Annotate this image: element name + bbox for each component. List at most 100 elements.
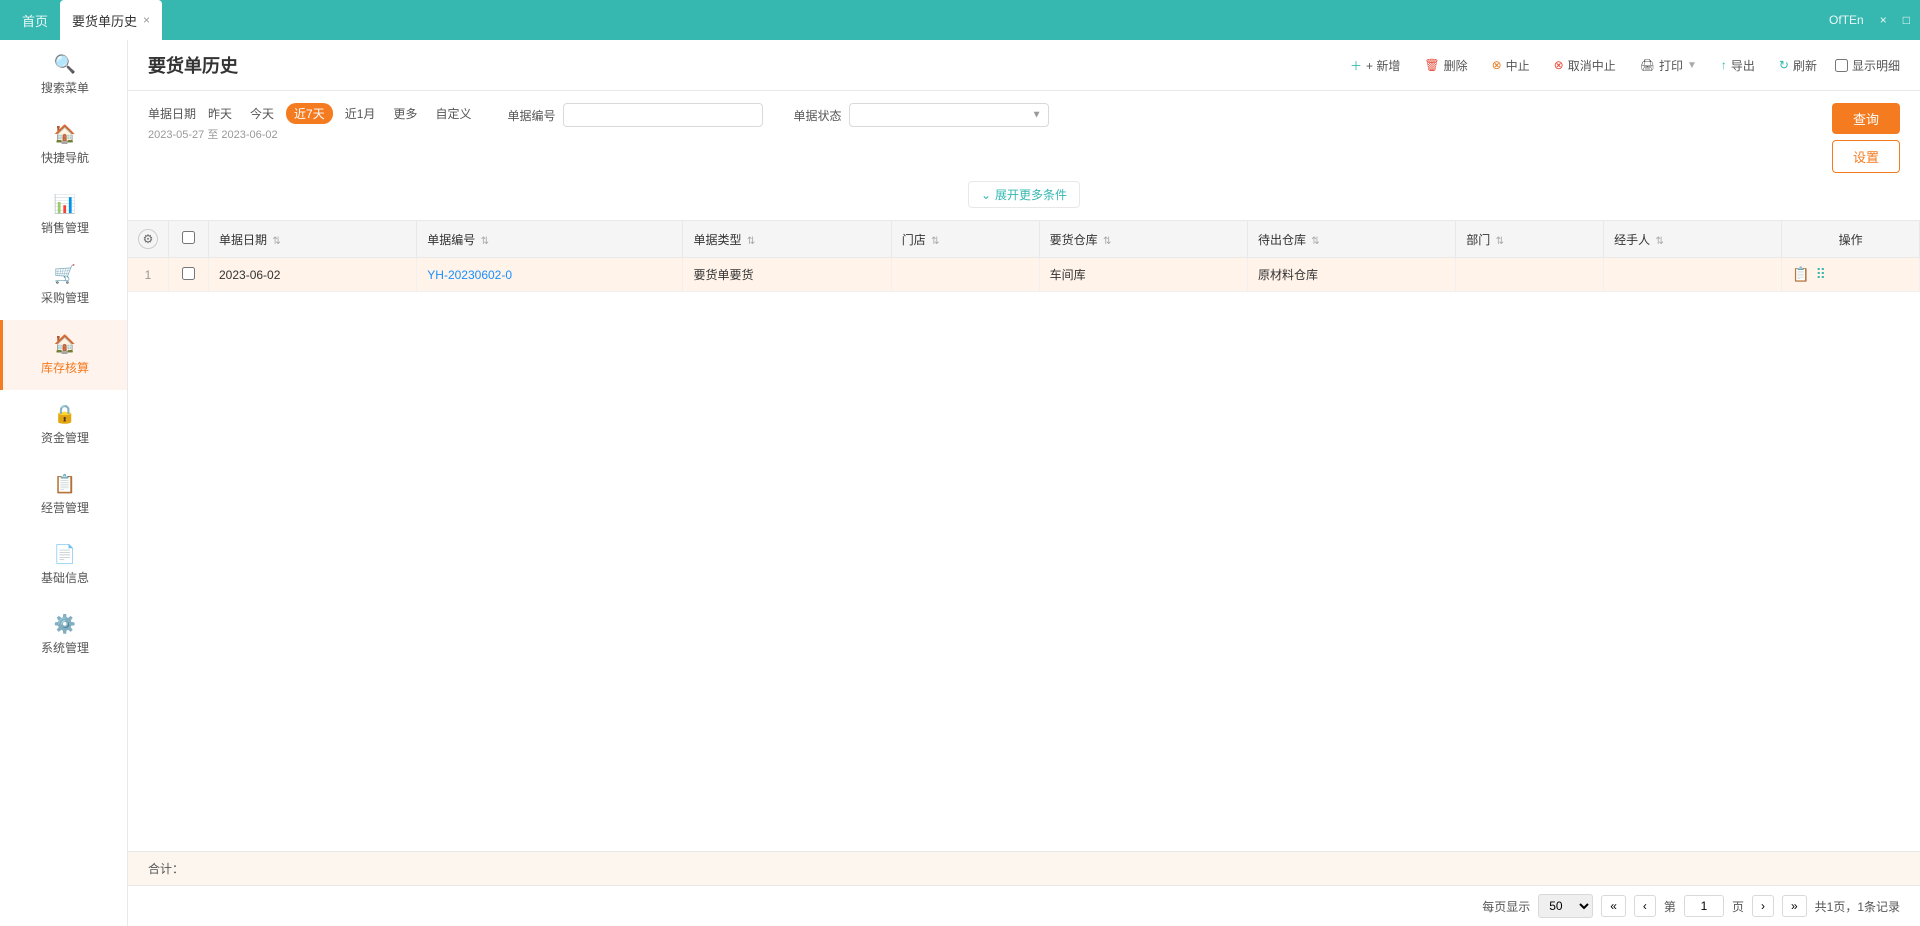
col-doc-date[interactable]: 单据日期 ⇅ xyxy=(209,221,417,258)
stop-button[interactable]: ⊗ 中止 xyxy=(1486,53,1536,78)
display-detail-check[interactable] xyxy=(1835,59,1848,72)
quick-nav-icon: 🏠 xyxy=(54,124,76,145)
next-page-button[interactable]: › xyxy=(1752,895,1774,917)
sales-mgmt-icon: 📊 xyxy=(54,194,76,215)
data-table: ⚙ 单据日期 ⇅ 单据编号 ⇅ xyxy=(128,221,1920,292)
sidebar-item-sales-mgmt[interactable]: 📊 销售管理 xyxy=(0,180,127,250)
action-buttons: 查询 设置 xyxy=(1832,103,1900,173)
first-page-button[interactable]: « xyxy=(1601,895,1626,917)
sidebar-item-finance-mgmt[interactable]: 🔒 资金管理 xyxy=(0,390,127,460)
select-all-checkbox[interactable] xyxy=(182,231,195,244)
display-detail-label: 显示明细 xyxy=(1852,57,1900,74)
status-filter-label: 单据状态 xyxy=(793,107,841,124)
date-option-today[interactable]: 今天 xyxy=(244,103,280,124)
row-doc-number[interactable]: YH-20230602-0 xyxy=(417,258,683,292)
col-pending-warehouse[interactable]: 待出仓库 ⇅ xyxy=(1247,221,1455,258)
sidebar-item-finance-label: 资金管理 xyxy=(41,429,89,446)
display-detail-checkbox[interactable]: 显示明细 xyxy=(1835,57,1900,74)
expand-more-wrapper: ⌄ 展开更多条件 xyxy=(148,181,1900,208)
tab-close-icon[interactable]: × xyxy=(143,13,150,27)
system-mgmt-icon: ⚙️ xyxy=(54,614,76,635)
export-label: 导出 xyxy=(1731,57,1755,74)
stop-label: 中止 xyxy=(1506,57,1530,74)
refresh-icon: ↻ xyxy=(1779,58,1789,72)
col-store[interactable]: 门店 ⇅ xyxy=(891,221,1039,258)
date-filter-row: 单据日期 昨天 今天 近7天 近1月 更多 自定义 xyxy=(148,103,477,124)
date-range-display: 2023-05-27 至 2023-06-02 xyxy=(148,126,477,142)
sidebar-item-operations-mgmt[interactable]: 📋 经营管理 xyxy=(0,460,127,530)
sidebar-item-purchase-label: 采购管理 xyxy=(41,289,89,306)
doc-number-label: 单据编号 xyxy=(507,107,555,124)
col-settings[interactable]: ⚙ xyxy=(128,221,169,258)
row-index: 1 xyxy=(128,258,169,292)
date-option-custom[interactable]: 自定义 xyxy=(429,103,477,124)
table-area: ⚙ 单据日期 ⇅ 单据编号 ⇅ xyxy=(128,221,1920,851)
row-detail-icon[interactable]: ⠿ xyxy=(1816,266,1826,283)
col-req-warehouse[interactable]: 要货仓库 ⇅ xyxy=(1039,221,1247,258)
print-button[interactable]: 🖨 打印 ▼ xyxy=(1634,53,1703,78)
row-edit-icon[interactable]: 📋 xyxy=(1792,266,1809,283)
date-option-1month[interactable]: 近1月 xyxy=(339,103,382,124)
add-label: + 新增 xyxy=(1366,57,1400,74)
col-handler[interactable]: 经手人 ⇅ xyxy=(1604,221,1782,258)
page-number-input[interactable] xyxy=(1684,895,1724,917)
settings-gear-icon[interactable]: ⚙ xyxy=(138,229,158,249)
pagination: 每页显示 50 10 20 100 « ‹ 第 页 › » 共1页，1条记录 xyxy=(128,885,1920,926)
sidebar-item-search-label: 搜索菜单 xyxy=(41,79,89,96)
tab-home-label: 首页 xyxy=(22,11,48,30)
maximize-icon[interactable]: □ xyxy=(1903,13,1910,27)
search-menu-icon: 🔍 xyxy=(54,54,76,75)
tab-home[interactable]: 首页 xyxy=(10,0,60,40)
sidebar-item-purchase-mgmt[interactable]: 🛒 采购管理 xyxy=(0,250,127,320)
operations-mgmt-icon: 📋 xyxy=(54,474,76,495)
row-checkbox[interactable] xyxy=(169,258,209,292)
expand-more-button[interactable]: ⌄ 展开更多条件 xyxy=(968,181,1080,208)
inventory-icon: 🏠 xyxy=(54,334,76,355)
tab-requisition-history[interactable]: 要货单历史 × xyxy=(60,0,162,40)
sidebar-item-system-mgmt[interactable]: ⚙️ 系统管理 xyxy=(0,600,127,670)
basic-info-icon: 📄 xyxy=(54,544,76,565)
page-size-select[interactable]: 50 10 20 100 xyxy=(1538,894,1593,918)
export-icon: ↑ xyxy=(1721,58,1727,72)
delete-button[interactable]: 🗑 删除 xyxy=(1418,53,1473,78)
doc-number-link[interactable]: YH-20230602-0 xyxy=(427,268,512,282)
query-button[interactable]: 查询 xyxy=(1832,103,1900,134)
footer-total: 合计： xyxy=(128,851,1920,885)
status-filter-block: 单据状态 ▼ xyxy=(793,103,1049,127)
per-page-label: 每页显示 xyxy=(1482,898,1530,915)
doc-number-input[interactable] xyxy=(563,103,763,127)
col-operations: 操作 xyxy=(1782,221,1920,258)
export-button[interactable]: ↑ 导出 xyxy=(1715,53,1761,78)
col-checkbox[interactable] xyxy=(169,221,209,258)
add-button[interactable]: ＋ + 新增 xyxy=(1344,53,1406,78)
doc-number-sort-icon: ⇅ xyxy=(481,236,489,247)
close-window-icon[interactable]: × xyxy=(1880,13,1887,27)
status-select[interactable] xyxy=(849,103,1049,127)
table-row[interactable]: 1 2023-06-02 YH-20230602-0 要货单要货 车间库 原材料… xyxy=(128,258,1920,292)
col-department[interactable]: 部门 ⇅ xyxy=(1456,221,1604,258)
date-option-7days[interactable]: 近7天 xyxy=(286,103,333,124)
sidebar-item-quick-nav[interactable]: 🏠 快捷导航 xyxy=(0,110,127,180)
sidebar-item-search-menu[interactable]: 🔍 搜索菜单 xyxy=(0,40,127,110)
settings-button[interactable]: 设置 xyxy=(1832,140,1900,173)
col-doc-number[interactable]: 单据编号 ⇅ xyxy=(417,221,683,258)
prev-page-button[interactable]: ‹ xyxy=(1634,895,1656,917)
row-doc-date: 2023-06-02 xyxy=(209,258,417,292)
doc-date-sort-icon: ⇅ xyxy=(272,236,280,247)
doc-type-sort-icon: ⇅ xyxy=(747,236,755,247)
date-option-more[interactable]: 更多 xyxy=(387,103,423,124)
date-filter-label: 单据日期 xyxy=(148,105,196,122)
sidebar-item-inventory[interactable]: 🏠 库存核算 xyxy=(0,320,127,390)
col-doc-type[interactable]: 单据类型 ⇅ xyxy=(683,221,891,258)
often-label[interactable]: OfTEn xyxy=(1829,13,1864,27)
cancel-stop-button[interactable]: ⊗ 取消中止 xyxy=(1548,53,1622,78)
sidebar-item-quick-nav-label: 快捷导航 xyxy=(41,149,89,166)
sidebar-item-basic-info[interactable]: 📄 基础信息 xyxy=(0,530,127,600)
row-req-warehouse: 车间库 xyxy=(1039,258,1247,292)
last-page-button[interactable]: » xyxy=(1782,895,1807,917)
refresh-button[interactable]: ↻ 刷新 xyxy=(1773,53,1823,78)
sidebar-item-operations-label: 经营管理 xyxy=(41,499,89,516)
date-option-yesterday[interactable]: 昨天 xyxy=(202,103,238,124)
table-header-row: ⚙ 单据日期 ⇅ 单据编号 ⇅ xyxy=(128,221,1920,258)
date-filter-block: 单据日期 昨天 今天 近7天 近1月 更多 自定义 2023-05-27 至 2… xyxy=(148,103,477,142)
